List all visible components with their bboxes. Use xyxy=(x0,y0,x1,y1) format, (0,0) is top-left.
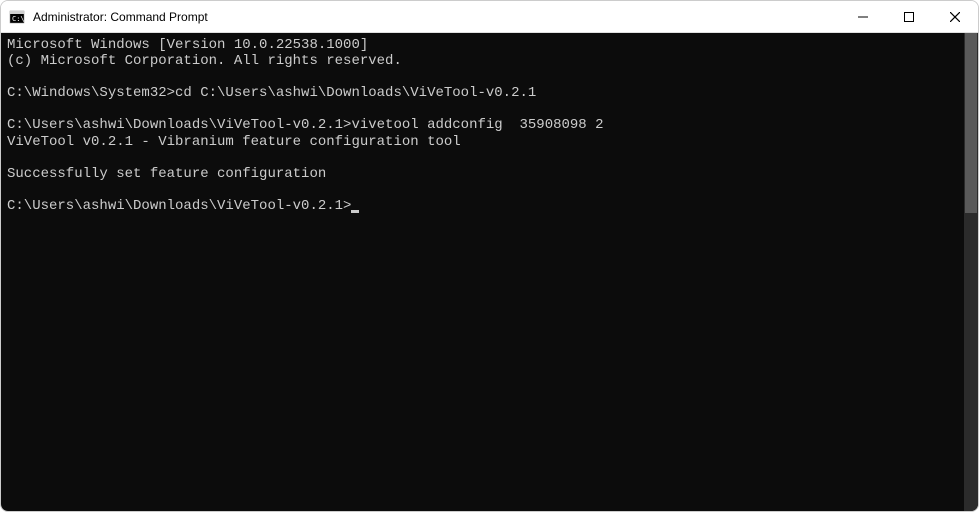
terminal-area: Microsoft Windows [Version 10.0.22538.10… xyxy=(1,33,978,511)
terminal-cursor xyxy=(351,210,359,213)
titlebar[interactable]: C:\ Administrator: Command Prompt xyxy=(1,1,978,33)
terminal-line xyxy=(7,69,958,85)
maximize-button[interactable] xyxy=(886,1,932,32)
terminal-line: C:\Users\ashwi\Downloads\ViVeTool-v0.2.1… xyxy=(7,117,958,133)
close-button[interactable] xyxy=(932,1,978,32)
terminal-line: C:\Windows\System32>cd C:\Users\ashwi\Do… xyxy=(7,85,958,101)
window-controls xyxy=(840,1,978,32)
terminal-line: Successfully set feature configuration xyxy=(7,166,958,182)
terminal-line: Microsoft Windows [Version 10.0.22538.10… xyxy=(7,37,958,53)
minimize-button[interactable] xyxy=(840,1,886,32)
terminal-output[interactable]: Microsoft Windows [Version 10.0.22538.10… xyxy=(1,33,964,511)
terminal-line xyxy=(7,101,958,117)
command-prompt-window: C:\ Administrator: Command Prompt Micros… xyxy=(0,0,979,512)
svg-text:C:\: C:\ xyxy=(12,15,25,23)
cmd-icon: C:\ xyxy=(9,9,25,25)
scrollbar[interactable] xyxy=(964,33,978,511)
terminal-line: (c) Microsoft Corporation. All rights re… xyxy=(7,53,958,69)
terminal-line xyxy=(7,150,958,166)
terminal-line: ViVeTool v0.2.1 - Vibranium feature conf… xyxy=(7,134,958,150)
scroll-thumb[interactable] xyxy=(965,33,977,213)
terminal-line xyxy=(7,182,958,198)
terminal-line: C:\Users\ashwi\Downloads\ViVeTool-v0.2.1… xyxy=(7,198,958,214)
window-title: Administrator: Command Prompt xyxy=(33,10,840,24)
